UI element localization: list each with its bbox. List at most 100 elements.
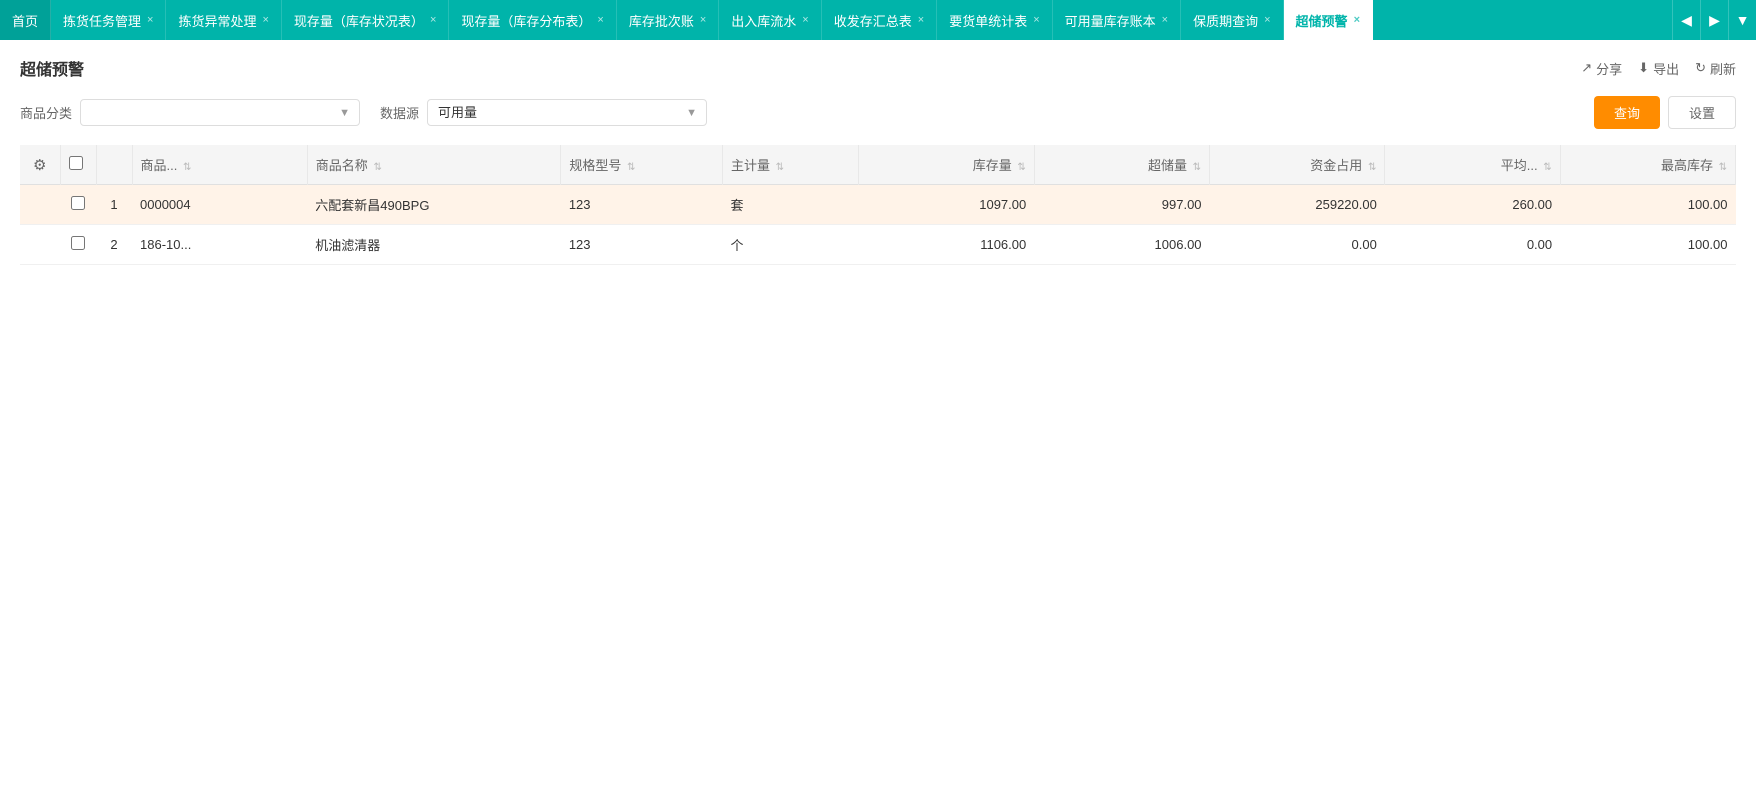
column-spec[interactable]: 规格型号 ⇅ bbox=[561, 145, 723, 185]
row-avg: 260.00 bbox=[1385, 185, 1560, 225]
close-icon[interactable]: × bbox=[918, 14, 924, 26]
nav-shelf-life[interactable]: 保质期查询 × bbox=[1181, 0, 1283, 40]
row-checkbox-cell bbox=[60, 185, 96, 225]
nav-inventory-batch[interactable]: 库存批次账 × bbox=[617, 0, 719, 40]
column-unit[interactable]: 主计量 ⇅ bbox=[723, 145, 859, 185]
nav-prev-button[interactable]: ◀ bbox=[1672, 0, 1700, 40]
row-capital: 0.00 bbox=[1210, 225, 1385, 265]
share-button[interactable]: ↗ 分享 bbox=[1581, 59, 1622, 78]
column-stock[interactable]: 库存量 ⇅ bbox=[859, 145, 1034, 185]
refresh-icon: ↻ bbox=[1695, 60, 1706, 76]
nav-more-button[interactable]: ▼ bbox=[1728, 0, 1756, 40]
close-icon[interactable]: × bbox=[1033, 14, 1039, 26]
sort-icon: ⇅ bbox=[1193, 162, 1201, 173]
row-checkbox[interactable] bbox=[71, 196, 85, 210]
filter-datasource: 数据源 可用量 ▼ bbox=[380, 99, 707, 126]
column-avg[interactable]: 平均... ⇅ bbox=[1385, 145, 1560, 185]
page-title: 超储预警 bbox=[20, 56, 84, 80]
select-all-checkbox[interactable] bbox=[69, 156, 83, 170]
close-icon[interactable]: × bbox=[700, 14, 706, 26]
column-capital[interactable]: 资金占用 ⇅ bbox=[1210, 145, 1385, 185]
row-gear-cell bbox=[20, 185, 60, 225]
row-name: 六配套新昌490BPG bbox=[307, 185, 561, 225]
category-label: 商品分类 bbox=[20, 103, 72, 122]
nav-arrows: ◀ ▶ ▼ bbox=[1672, 0, 1756, 40]
export-icon: ⬇ bbox=[1638, 60, 1649, 76]
row-overstock: 1006.00 bbox=[1034, 225, 1209, 265]
nav-inventory-status[interactable]: 现存量（库存状况表） × bbox=[282, 0, 449, 40]
row-unit: 个 bbox=[723, 225, 859, 265]
query-button[interactable]: 查询 bbox=[1594, 96, 1660, 129]
close-icon[interactable]: × bbox=[262, 14, 268, 26]
sort-icon: ⇅ bbox=[373, 162, 381, 173]
row-spec: 123 bbox=[561, 185, 723, 225]
row-checkbox[interactable] bbox=[71, 236, 85, 250]
nav-overstock-warning[interactable]: 超储预警 × bbox=[1284, 0, 1373, 40]
sort-icon: ⇅ bbox=[776, 162, 784, 173]
column-code[interactable]: 商品... ⇅ bbox=[132, 145, 307, 185]
row-stock: 1106.00 bbox=[859, 225, 1034, 265]
datasource-label: 数据源 bbox=[380, 103, 419, 122]
data-table: ⚙ 商品... ⇅ 商品名称 ⇅ 规格型号 ⇅ bbox=[20, 145, 1736, 265]
nav-receive-summary[interactable]: 收发存汇总表 × bbox=[822, 0, 937, 40]
refresh-button[interactable]: ↻ 刷新 bbox=[1695, 59, 1736, 78]
close-icon[interactable]: × bbox=[1354, 14, 1360, 26]
close-icon[interactable]: × bbox=[1264, 14, 1270, 26]
nav-inout-flow[interactable]: 出入库流水 × bbox=[719, 0, 821, 40]
row-unit: 套 bbox=[723, 185, 859, 225]
close-icon[interactable]: × bbox=[147, 14, 153, 26]
export-button[interactable]: ⬇ 导出 bbox=[1638, 59, 1679, 78]
row-stock: 1097.00 bbox=[859, 185, 1034, 225]
row-max-stock: 100.00 bbox=[1560, 185, 1735, 225]
row-gear-cell bbox=[20, 225, 60, 265]
sort-icon: ⇅ bbox=[183, 162, 191, 173]
row-capital: 259220.00 bbox=[1210, 185, 1385, 225]
table-row: 1 0000004 六配套新昌490BPG 123 套 1097.00 997.… bbox=[20, 185, 1736, 225]
sort-icon: ⇅ bbox=[1368, 162, 1376, 173]
table-header-row: ⚙ 商品... ⇅ 商品名称 ⇅ 规格型号 ⇅ bbox=[20, 145, 1736, 185]
column-overstock[interactable]: 超储量 ⇅ bbox=[1034, 145, 1209, 185]
row-number: 2 bbox=[96, 225, 132, 265]
sort-icon: ⇅ bbox=[1017, 162, 1025, 173]
close-icon[interactable]: × bbox=[802, 14, 808, 26]
datasource-select-wrapper: 可用量 ▼ bbox=[427, 99, 707, 126]
sort-icon: ⇅ bbox=[1543, 162, 1551, 173]
row-number: 1 bbox=[96, 185, 132, 225]
share-icon: ↗ bbox=[1581, 60, 1592, 76]
column-select-all bbox=[60, 145, 96, 185]
column-name[interactable]: 商品名称 ⇅ bbox=[307, 145, 561, 185]
nav-pick-task[interactable]: 拣货任务管理 × bbox=[51, 0, 166, 40]
settings-button[interactable]: 设置 bbox=[1668, 96, 1736, 129]
filter-category: 商品分类 ▼ bbox=[20, 99, 360, 126]
nav-home[interactable]: 首页 bbox=[0, 0, 51, 40]
row-checkbox-cell bbox=[60, 225, 96, 265]
row-code: 186-10... bbox=[132, 225, 307, 265]
nav-order-stats[interactable]: 要货单统计表 × bbox=[937, 0, 1052, 40]
filter-actions: 查询 设置 bbox=[1594, 96, 1736, 129]
close-icon[interactable]: × bbox=[1162, 14, 1168, 26]
row-name: 机油滤清器 bbox=[307, 225, 561, 265]
nav-next-button[interactable]: ▶ bbox=[1700, 0, 1728, 40]
page-header: 超储预警 ↗ 分享 ⬇ 导出 ↻ 刷新 bbox=[20, 56, 1736, 80]
filter-bar: 商品分类 ▼ 数据源 可用量 ▼ 查询 设置 bbox=[20, 96, 1736, 129]
table-row: 2 186-10... 机油滤清器 123 个 1106.00 1006.00 … bbox=[20, 225, 1736, 265]
nav-available-ledger[interactable]: 可用量库存账本 × bbox=[1053, 0, 1181, 40]
column-row-num bbox=[96, 145, 132, 185]
category-select-wrapper: ▼ bbox=[80, 99, 360, 126]
close-icon[interactable]: × bbox=[597, 14, 603, 26]
row-max-stock: 100.00 bbox=[1560, 225, 1735, 265]
column-max-stock[interactable]: 最高库存 ⇅ bbox=[1560, 145, 1735, 185]
row-spec: 123 bbox=[561, 225, 723, 265]
category-select[interactable] bbox=[80, 99, 360, 126]
header-actions: ↗ 分享 ⬇ 导出 ↻ 刷新 bbox=[1581, 59, 1736, 78]
row-overstock: 997.00 bbox=[1034, 185, 1209, 225]
sort-icon: ⇅ bbox=[627, 162, 635, 173]
row-avg: 0.00 bbox=[1385, 225, 1560, 265]
nav-pick-exception[interactable]: 拣货异常处理 × bbox=[166, 0, 281, 40]
gear-icon[interactable]: ⚙ bbox=[33, 157, 46, 174]
close-icon[interactable]: × bbox=[430, 14, 436, 26]
column-settings[interactable]: ⚙ bbox=[20, 145, 60, 185]
top-navigation: 首页 拣货任务管理 × 拣货异常处理 × 现存量（库存状况表） × 现存量（库存… bbox=[0, 0, 1756, 40]
nav-inventory-dist[interactable]: 现存量（库存分布表） × bbox=[449, 0, 616, 40]
datasource-select[interactable]: 可用量 bbox=[427, 99, 707, 126]
